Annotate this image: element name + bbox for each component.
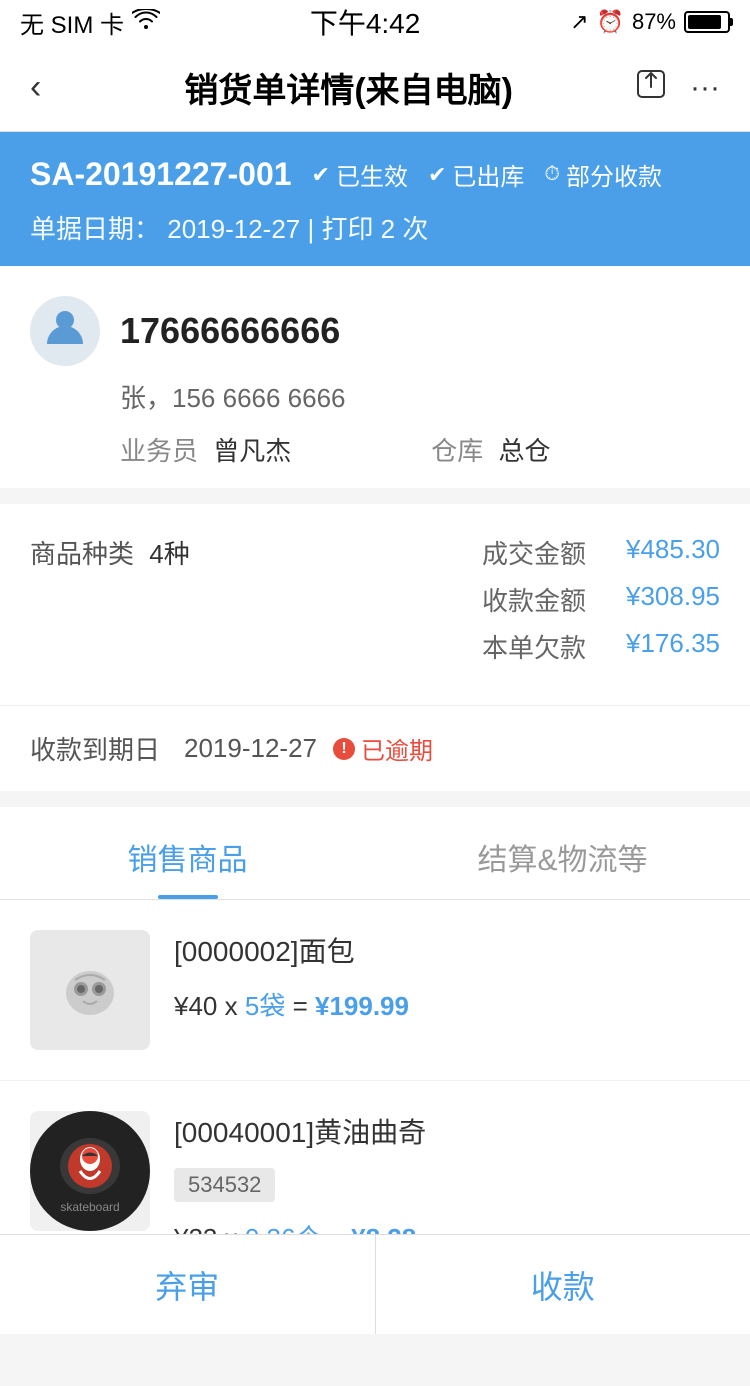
tab-settlement[interactable]: 结算&物流等 [375, 807, 750, 899]
avatar [30, 296, 100, 366]
product-sku-2: 534532 [174, 1168, 275, 1202]
product-price-1: ¥40 x 5袋 = ¥199.99 [174, 986, 720, 1023]
tabs-row: 销售商品 结算&物流等 [0, 807, 750, 900]
location-icon: ↗ [570, 9, 588, 35]
overdue-badge: ! 已逾期 [333, 731, 433, 766]
status-badge-2: ✔ 已出库 [428, 157, 524, 192]
collect-payment-button[interactable]: 收款 [376, 1235, 750, 1334]
time-display: 下午4:42 [310, 2, 421, 42]
nav-bar: ‹ 销货单详情(来自电脑) ··· [0, 44, 750, 132]
received-row: 收款金额 ¥308.95 [482, 581, 720, 618]
nav-actions: ··· [636, 69, 720, 107]
product-name-2: [00040001]黄油曲奇 [174, 1111, 720, 1151]
category-info: 商品种类 4种 [30, 534, 190, 571]
debt-row: 本单欠款 ¥176.35 [482, 628, 720, 665]
tabs-section: 销售商品 结算&物流等 [0, 807, 750, 900]
bottom-bar: 弃审 收款 [0, 1234, 750, 1334]
customer-row: 17666666666 [30, 296, 720, 366]
more-button[interactable]: ··· [690, 71, 720, 105]
battery-percent: 87% [632, 9, 676, 35]
customer-meta: 业务员 曾凡杰 仓库 总仓 [120, 431, 720, 468]
share-button[interactable] [636, 69, 666, 107]
product-info-1: [0000002]面包 ¥40 x 5袋 = ¥199.99 [174, 930, 720, 1023]
status-left: 无 SIM 卡 [20, 5, 160, 40]
back-button[interactable]: ‹ [30, 68, 41, 107]
customer-section: 17666666666 张，156 6666 6666 业务员 曾凡杰 仓库 总… [0, 266, 750, 488]
wifi-icon [132, 8, 160, 36]
header-row1: SA-20191227-001 ✔ 已生效 ✔ 已出库 ⏱ 部分收款 [30, 156, 720, 193]
overdue-icon: ! [333, 738, 355, 760]
product-thumbnail-1 [30, 930, 150, 1050]
carrier-text: 无 SIM 卡 [20, 5, 124, 40]
tab-sales-products[interactable]: 销售商品 [0, 807, 375, 899]
abandon-review-button[interactable]: 弃审 [0, 1235, 376, 1334]
stats-section: 商品种类 4种 成交金额 ¥485.30 收款金额 ¥308.95 本单欠款 ¥… [0, 504, 750, 705]
svg-text:skateboard: skateboard [60, 1200, 119, 1214]
due-date-section: 收款到期日 2019-12-27 ! 已逾期 [0, 705, 750, 791]
battery-icon [684, 11, 730, 33]
customer-phone: 17666666666 [120, 310, 340, 352]
order-id: SA-20191227-001 [30, 156, 292, 193]
status-badge-1: ✔ 已生效 [312, 157, 408, 192]
status-badge-3: ⏱ 部分收款 [544, 157, 662, 192]
section-divider-1 [0, 488, 750, 504]
product-thumbnail-2: skateboard [30, 1111, 150, 1231]
order-header: SA-20191227-001 ✔ 已生效 ✔ 已出库 ⏱ 部分收款 单据日期：… [0, 132, 750, 266]
status-bar: 无 SIM 卡 下午4:42 ↗ ⏰ 87% [0, 0, 750, 44]
status-right: ↗ ⏰ 87% [570, 9, 730, 35]
customer-name: 张，156 6666 6666 [120, 378, 720, 415]
amount-row: 成交金额 ¥485.30 [482, 534, 720, 571]
financial-stats: 成交金额 ¥485.30 收款金额 ¥308.95 本单欠款 ¥176.35 [482, 534, 720, 675]
table-row: [0000002]面包 ¥40 x 5袋 = ¥199.99 [0, 900, 750, 1081]
user-icon [43, 304, 87, 358]
stats-row: 商品种类 4种 成交金额 ¥485.30 收款金额 ¥308.95 本单欠款 ¥… [30, 534, 720, 675]
header-date-row: 单据日期： 2019-12-27 | 打印 2 次 [30, 209, 720, 246]
products-list: [0000002]面包 ¥40 x 5袋 = ¥199.99 [0, 900, 750, 1286]
product-name-1: [0000002]面包 [174, 930, 720, 970]
section-divider-2 [0, 791, 750, 807]
page-title: 销货单详情(来自电脑) [61, 63, 636, 112]
alarm-icon: ⏰ [597, 9, 624, 35]
